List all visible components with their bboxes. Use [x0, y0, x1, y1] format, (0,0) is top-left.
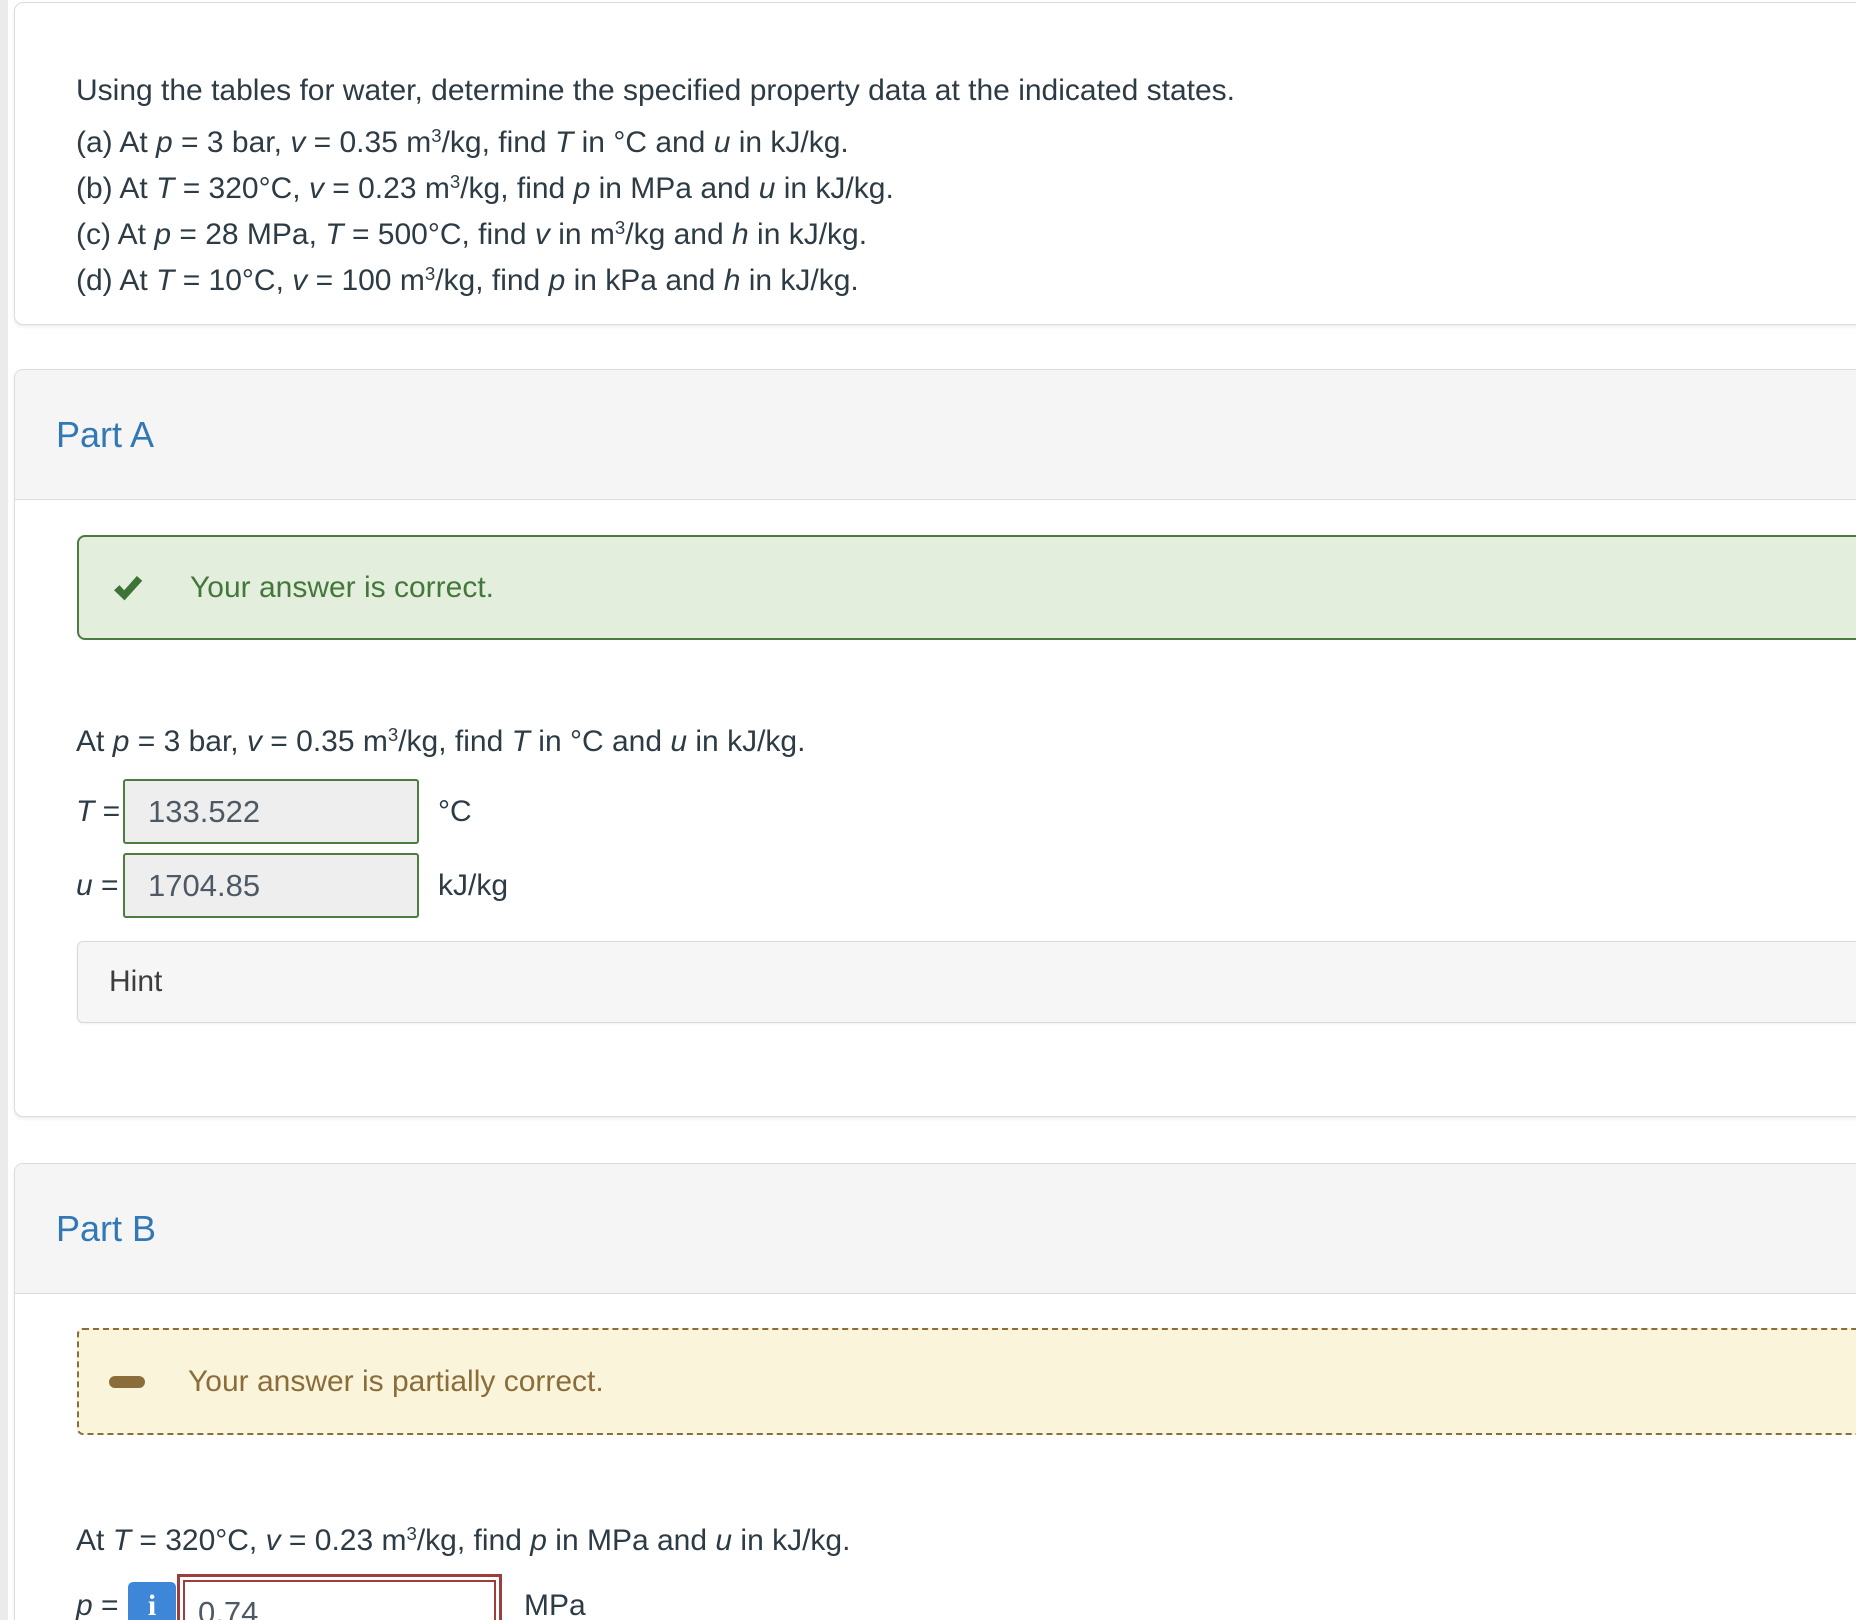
problem-statement-card: Using the tables for water, determine th…: [14, 2, 1856, 325]
pressure-input[interactable]: [183, 1580, 496, 1620]
info-button[interactable]: i: [128, 1582, 176, 1620]
temperature-unit: °C: [438, 794, 472, 828]
part-b-card: Part B Your answer is partially correct.…: [14, 1163, 1856, 1620]
problem-item-d: (d) At T = 10°C, v = 100 m3/kg, find p i…: [76, 262, 859, 297]
internal-energy-field-row: u = kJ/kg: [15, 853, 1856, 918]
problem-intro: Using the tables for water, determine th…: [76, 74, 1235, 107]
internal-energy-input[interactable]: [123, 853, 419, 918]
part-a-card: Part A Your answer is correct. At p = 3 …: [14, 369, 1856, 1449]
assignment-page: Using the tables for water, determine th…: [0, 0, 1856, 1620]
problem-item-c: (c) At p = 28 MPa, T = 500°C, find v in …: [76, 216, 868, 251]
part-a-header: Part A: [15, 370, 1856, 500]
temperature-field-row: T = °C: [15, 779, 1856, 844]
partially-correct-banner: Your answer is partially correct.: [77, 1328, 1856, 1435]
pressure-field-row: p = i MPa: [15, 1571, 1856, 1620]
minus-icon: [109, 1375, 145, 1388]
partially-correct-banner-text: Your answer is partially correct.: [188, 1364, 604, 1398]
problem-item-a: (a) At p = 3 bar, v = 0.35 m3/kg, find T…: [76, 124, 849, 159]
correct-answer-banner: Your answer is correct.: [77, 535, 1856, 640]
info-icon: i: [147, 1589, 157, 1620]
incorrect-input-outline: [177, 1574, 502, 1620]
part-b-title: Part B: [56, 1207, 157, 1249]
hint-button[interactable]: Hint: [77, 941, 1856, 1023]
part-b-header: Part B: [15, 1164, 1856, 1294]
internal-energy-label: u =: [76, 868, 119, 902]
part-a-question: At p = 3 bar, v = 0.35 m3/kg, find T in …: [76, 723, 806, 758]
correct-banner-text: Your answer is correct.: [190, 570, 495, 604]
part-a-title: Part A: [56, 413, 155, 455]
problem-item-b: (b) At T = 320°C, v = 0.23 m3/kg, find p…: [76, 170, 894, 205]
page-edge-strip: [0, 0, 8, 1620]
pressure-label: p =: [76, 1589, 119, 1620]
check-icon: [114, 575, 143, 600]
pressure-unit: MPa: [524, 1589, 586, 1620]
internal-energy-unit: kJ/kg: [438, 868, 509, 902]
temperature-label: T =: [76, 794, 121, 828]
temperature-input[interactable]: [123, 779, 419, 844]
problem-item-list: (a) At p = 3 bar, v = 0.35 m3/kg, find T…: [76, 121, 894, 305]
part-b-question: At T = 320°C, v = 0.23 m3/kg, find p in …: [76, 1522, 851, 1557]
hint-button-label: Hint: [109, 965, 163, 998]
